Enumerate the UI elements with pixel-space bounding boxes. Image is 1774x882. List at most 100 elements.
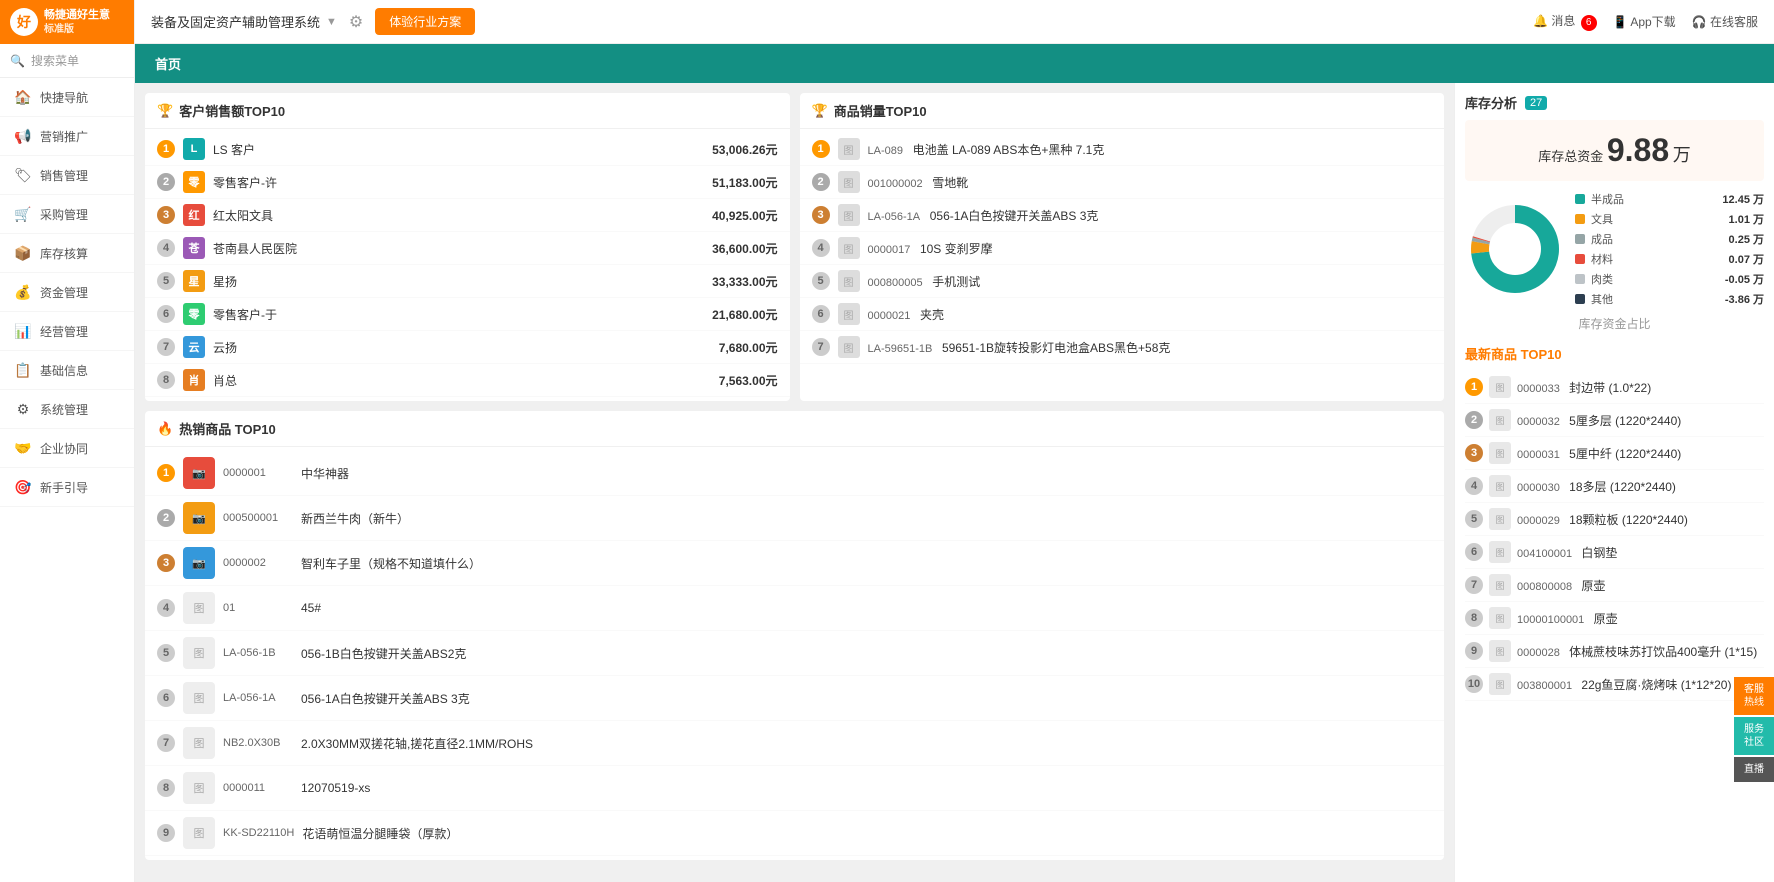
- inventory-legend: 半成品 12.45 万 文具 1.01 万 成品 0.25 万 材料 0.07 …: [1575, 191, 1764, 307]
- product-thumb: 图: [838, 204, 860, 226]
- sidebar-item-operation[interactable]: 📊经营管理: [0, 312, 134, 351]
- customer-value: 7,680.00元: [719, 339, 778, 356]
- nav-label-sales: 销售管理: [40, 167, 88, 184]
- rank-num: 4: [812, 239, 830, 257]
- sidebar-item-finance[interactable]: 💰资金管理: [0, 273, 134, 312]
- rank-num: 8: [1465, 609, 1483, 627]
- settings-icon[interactable]: ⚙: [349, 12, 363, 32]
- product-code: 003800001: [1517, 680, 1572, 692]
- product-code: 0000017: [868, 244, 911, 256]
- list-item: 9 图 0000028 体械蔗枝味苏打饮品400毫升 (1*15): [1465, 635, 1764, 668]
- legend-name: 其他: [1591, 291, 1719, 307]
- product-rank-list: 1 图 LA-089 电池盖 LA-089 ABS本色+黑种 7.1克 2 图 …: [800, 129, 1445, 368]
- table-row: 6 图 0000021 夹壳: [800, 298, 1445, 331]
- avatar: 零: [183, 171, 205, 193]
- table-row: 2 零 零售客户-许 51,183.00元: [145, 166, 790, 199]
- product-thumbnail: 图: [1489, 607, 1511, 629]
- product-thumb: 图: [838, 303, 860, 325]
- notification-icon: 🔔: [1533, 14, 1548, 28]
- new-products-list: 1 图 0000033 封边带 (1.0*22) 2 图 0000032 5厘多…: [1465, 371, 1764, 701]
- list-item: 6 图 LA-056-1A 056-1A白色按键开关盖ABS 3克: [145, 676, 1444, 721]
- product-info: 004100001 白钢垫: [1517, 544, 1764, 561]
- nav-icon-base: 📋: [14, 361, 32, 379]
- avatar: 零: [183, 303, 205, 325]
- product-info: 0000017 10S 变刹罗摩: [868, 240, 1433, 257]
- product-thumbnail: 图: [1489, 475, 1511, 497]
- product-name: 封边带 (1.0*22): [1569, 381, 1651, 395]
- product-thumbnail: 📷: [183, 547, 215, 579]
- product-thumbnail: 📷: [183, 502, 215, 534]
- product-name: 白钢垫: [1581, 546, 1617, 560]
- try-industry-button[interactable]: 体验行业方案: [375, 8, 475, 35]
- table-row: 6 零 零售客户-于 21,680.00元: [145, 298, 790, 331]
- online-service-area[interactable]: 🎧 在线客服: [1692, 13, 1758, 30]
- product-info: 000800005 手机测试: [868, 273, 1433, 290]
- rank-num: 1: [1465, 378, 1483, 396]
- sidebar-item-collab[interactable]: 🤝企业协同: [0, 429, 134, 468]
- sidebar-nav: 🏠快捷导航📢营销推广🏷销售管理🛒采购管理📦库存核算💰资金管理📊经营管理📋基础信息…: [0, 78, 134, 882]
- product-name: 12070519-xs: [301, 781, 370, 795]
- content-area: 🏆 客户销售额TOP10 1 L LS 客户 53,006.26元 2 零 零售…: [135, 83, 1774, 882]
- product-rank-box: 🏆 商品销量TOP10 1 图 LA-089 电池盖 LA-089 ABS本色+…: [800, 93, 1445, 401]
- sidebar-item-inventory[interactable]: 📦库存核算: [0, 234, 134, 273]
- tab-home[interactable]: 首页: [135, 44, 1774, 83]
- nav-icon-collab: 🤝: [14, 439, 32, 457]
- rank-num: 4: [157, 599, 175, 617]
- nav-icon-quick-nav: 🏠: [14, 88, 32, 106]
- table-row: 5 星 星扬 33,333.00元: [145, 265, 790, 298]
- nav-label-finance: 资金管理: [40, 284, 88, 301]
- product-thumbnail: 图: [1489, 640, 1511, 662]
- rank-num: 6: [157, 689, 175, 707]
- nav-label-inventory: 库存核算: [40, 245, 88, 262]
- customer-value: 33,333.00元: [712, 273, 777, 290]
- product-name: 59651-1B旋转投影灯电池盒ABS黑色+58克: [942, 341, 1170, 355]
- product-thumb: 图: [838, 171, 860, 193]
- legend-item: 半成品 12.45 万: [1575, 191, 1764, 207]
- sidebar-item-quick-nav[interactable]: 🏠快捷导航: [0, 78, 134, 117]
- notification-area[interactable]: 🔔 消息 6: [1533, 12, 1597, 31]
- product-name: 电池盖 LA-089 ABS本色+黑种 7.1克: [913, 143, 1105, 157]
- sidebar-item-marketing[interactable]: 📢营销推广: [0, 117, 134, 156]
- sidebar-item-guide[interactable]: 🎯新手引导: [0, 468, 134, 507]
- avatar: 星: [183, 270, 205, 292]
- rank-num: 9: [157, 824, 175, 842]
- inventory-section: 库存分析 27 库存总资金 9.88 万: [1465, 93, 1764, 332]
- legend-name: 文具: [1591, 211, 1723, 227]
- sidebar-item-sales[interactable]: 🏷销售管理: [0, 156, 134, 195]
- list-item: 5 图 0000029 18颗粒板 (1220*2440): [1465, 503, 1764, 536]
- product-name: 5厘中纤 (1220*2440): [1569, 447, 1681, 461]
- sidebar-item-system[interactable]: ⚙系统管理: [0, 390, 134, 429]
- customer-name: 肖总: [213, 372, 711, 389]
- rank-num: 2: [1465, 411, 1483, 429]
- center-panel: 🏆 客户销售额TOP10 1 L LS 客户 53,006.26元 2 零 零售…: [135, 83, 1454, 882]
- rank-num: 7: [157, 734, 175, 752]
- app-download-area[interactable]: 📱 App下载: [1613, 13, 1676, 30]
- nav-label-operation: 经营管理: [40, 323, 88, 340]
- list-item: 9 图 KK-SD22110H 花语萌恒温分腿睡袋（厚款）: [145, 811, 1444, 856]
- product-code: 0000001: [223, 467, 293, 479]
- inventory-header: 库存分析 27: [1465, 93, 1764, 112]
- service-live-button[interactable]: 直播: [1734, 757, 1774, 782]
- sidebar-search[interactable]: 🔍 搜索菜单: [0, 44, 134, 78]
- product-name: 2.0X30MM双搓花轴,搓花直径2.1MM/ROHS: [301, 735, 533, 752]
- legend-name: 成品: [1591, 231, 1723, 247]
- product-code: 0000029: [1517, 515, 1560, 527]
- hot-products-box: 🔥 热销商品 TOP10 1 📷 0000001 中华神器 2 📷 000500…: [145, 411, 1444, 860]
- product-code: 0000030: [1517, 482, 1560, 494]
- list-item: 5 图 LA-056-1B 056-1B白色按键开关盖ABS2克: [145, 631, 1444, 676]
- inventory-total-value: 9.88: [1607, 132, 1669, 168]
- rank-num: 1: [157, 140, 175, 158]
- product-info: 0000021 夹壳: [868, 306, 1433, 323]
- product-thumb: 图: [838, 336, 860, 358]
- product-name: 10S 变刹罗摩: [920, 242, 993, 256]
- sidebar-item-base[interactable]: 📋基础信息: [0, 351, 134, 390]
- legend-item: 其他 -3.86 万: [1575, 291, 1764, 307]
- service-hotline-button[interactable]: 客服 热线: [1734, 677, 1774, 715]
- service-community-button[interactable]: 服务 社区: [1734, 717, 1774, 755]
- customer-name: 云扬: [213, 339, 711, 356]
- dropdown-arrow-icon[interactable]: ▼: [326, 16, 337, 28]
- sidebar-item-purchase[interactable]: 🛒采购管理: [0, 195, 134, 234]
- rank-num: 1: [812, 140, 830, 158]
- product-code: LA-089: [868, 145, 903, 157]
- product-code: NB2.0X30B: [223, 737, 293, 749]
